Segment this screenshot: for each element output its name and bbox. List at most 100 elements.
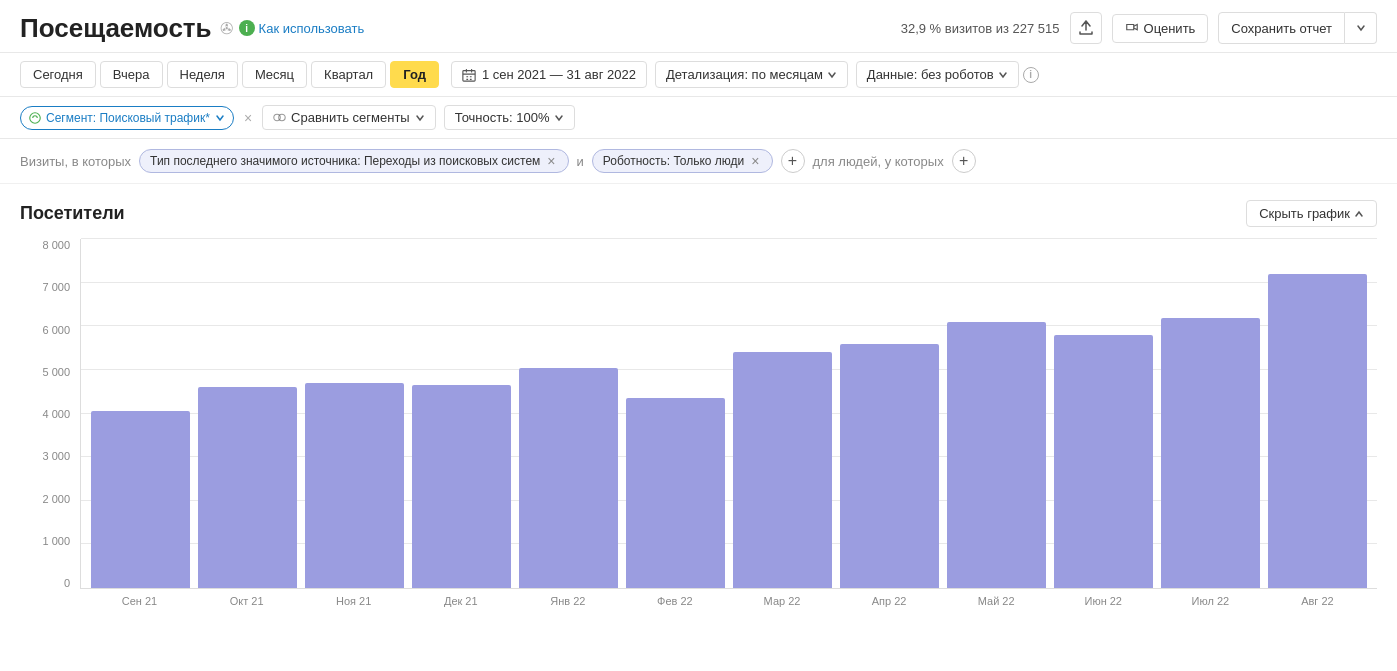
bar[interactable] (91, 411, 190, 588)
export-icon (1078, 20, 1094, 36)
how-to-use-label: Как использовать (259, 21, 365, 36)
header-row: Посещаемость ✇ i Как использовать 32,9 %… (0, 0, 1397, 53)
chart-title: Посетители (20, 203, 125, 224)
rate-icon (1125, 21, 1139, 35)
filter-tag-source-label: Тип последнего значимого источника: Пере… (150, 154, 540, 168)
hide-chart-button[interactable]: Скрыть график (1246, 200, 1377, 227)
detail-button[interactable]: Детализация: по месяцам (655, 61, 848, 88)
save-report-dropdown-button[interactable] (1345, 12, 1377, 44)
period-yesterday-button[interactable]: Вчера (100, 61, 163, 88)
period-quarter-button[interactable]: Квартал (311, 61, 386, 88)
bar[interactable] (840, 344, 939, 588)
x-axis-label: Июн 22 (1054, 591, 1153, 619)
bar-col (840, 239, 939, 588)
bar[interactable] (1161, 318, 1260, 588)
chevron-down-data-icon (998, 70, 1008, 80)
remove-segment-button[interactable]: × (242, 111, 254, 125)
y-axis-label: 6 000 (20, 324, 78, 336)
period-month-button[interactable]: Месяц (242, 61, 307, 88)
bar[interactable] (519, 368, 618, 588)
period-row: Сегодня Вчера Неделя Месяц Квартал Год 1… (0, 53, 1397, 97)
period-year-button[interactable]: Год (390, 61, 439, 88)
remove-filter-robots-button[interactable]: × (749, 154, 761, 168)
svg-rect-0 (463, 70, 475, 81)
x-axis-label: Янв 22 (518, 591, 617, 619)
bar-col (519, 239, 618, 588)
how-to-use-link[interactable]: i Как использовать (239, 20, 365, 36)
filter-row: Визиты, в которых Тип последнего значимо… (0, 139, 1397, 184)
svg-point-1 (30, 112, 41, 123)
detail-label: Детализация: по месяцам (666, 67, 823, 82)
chevron-down-icon (1356, 23, 1366, 33)
bookmark-icon[interactable]: ✇ (220, 19, 233, 38)
save-group: Сохранить отчет (1218, 12, 1377, 44)
bar[interactable] (412, 385, 511, 588)
period-today-button[interactable]: Сегодня (20, 61, 96, 88)
segment-dropdown-icon (215, 113, 225, 123)
filter-prefix-label: Визиты, в которых (20, 154, 131, 169)
date-range-label: 1 сен 2021 — 31 авг 2022 (482, 67, 636, 82)
bars-row (81, 239, 1377, 588)
add-filter-button[interactable]: + (781, 149, 805, 173)
bar[interactable] (198, 387, 297, 588)
bar-col (1268, 239, 1367, 588)
bar-col (198, 239, 297, 588)
rate-label: Оценить (1144, 21, 1196, 36)
bar-col (1161, 239, 1260, 588)
save-report-button[interactable]: Сохранить отчет (1218, 12, 1345, 44)
period-week-button[interactable]: Неделя (167, 61, 238, 88)
bar-col (412, 239, 511, 588)
bar[interactable] (947, 322, 1046, 588)
segment-icon (29, 112, 41, 124)
x-axis-label: Ноя 21 (304, 591, 403, 619)
y-axis-label: 8 000 (20, 239, 78, 251)
bar[interactable] (1268, 274, 1367, 588)
filter-and-text: и (577, 154, 584, 169)
compare-label: Сравнить сегменты (291, 110, 410, 125)
filter-tag-robots-label: Роботность: Только люди (603, 154, 745, 168)
chevron-down-detail-icon (827, 70, 837, 80)
bar-col (91, 239, 190, 588)
segment-tag-label: Сегмент: Поисковый трафик* (46, 111, 210, 125)
y-axis-label: 1 000 (20, 535, 78, 547)
bar[interactable] (733, 352, 832, 588)
for-people-label: для людей, у которых (813, 154, 944, 169)
bar[interactable] (626, 398, 725, 588)
remove-filter-source-button[interactable]: × (545, 154, 557, 168)
hide-chart-label: Скрыть график (1259, 206, 1350, 221)
export-button[interactable] (1070, 12, 1102, 44)
compare-segments-button[interactable]: Сравнить сегменты (262, 105, 436, 130)
visits-stat: 32,9 % визитов из 227 515 (901, 21, 1060, 36)
segment-tag[interactable]: Сегмент: Поисковый трафик* (20, 106, 234, 130)
compare-dropdown-icon (415, 113, 425, 123)
x-axis-label: Мар 22 (732, 591, 831, 619)
x-labels-row: Сен 21Окт 21Ноя 21Дек 21Янв 22Фев 22Мар … (80, 591, 1377, 619)
rate-button[interactable]: Оценить (1112, 14, 1209, 43)
y-axis-label: 3 000 (20, 450, 78, 462)
segment-row: Сегмент: Поисковый трафик* × Сравнить се… (0, 97, 1397, 139)
accuracy-label: Точность: 100% (455, 110, 550, 125)
bar[interactable] (305, 383, 404, 588)
header-right: 32,9 % визитов из 227 515 Оценить Сохран… (901, 12, 1377, 44)
x-axis-label: Май 22 (947, 591, 1046, 619)
x-axis-label: Окт 21 (197, 591, 296, 619)
filter-tag-robots: Роботность: Только люди × (592, 149, 773, 173)
compare-icon (273, 111, 286, 124)
x-axis-label: Июл 22 (1161, 591, 1260, 619)
add-people-filter-button[interactable]: + (952, 149, 976, 173)
bar-col (1054, 239, 1153, 588)
chart-section: Посетители Скрыть график 01 0002 0003 00… (0, 184, 1397, 619)
x-axis-label: Авг 22 (1268, 591, 1367, 619)
date-range-button[interactable]: 1 сен 2021 — 31 авг 2022 (451, 61, 647, 88)
bar-col (626, 239, 725, 588)
chart-container: 01 0002 0003 0004 0005 0006 0007 0008 00… (20, 239, 1377, 619)
accuracy-button[interactable]: Точность: 100% (444, 105, 576, 130)
chart-area (80, 239, 1377, 589)
data-info-icon[interactable]: i (1023, 67, 1039, 83)
filter-tag-source: Тип последнего значимого источника: Пере… (139, 149, 568, 173)
x-axis-label: Апр 22 (840, 591, 939, 619)
data-type-button[interactable]: Данные: без роботов (856, 61, 1019, 88)
bar-col (305, 239, 404, 588)
bar[interactable] (1054, 335, 1153, 588)
y-axis-label: 0 (20, 577, 78, 589)
